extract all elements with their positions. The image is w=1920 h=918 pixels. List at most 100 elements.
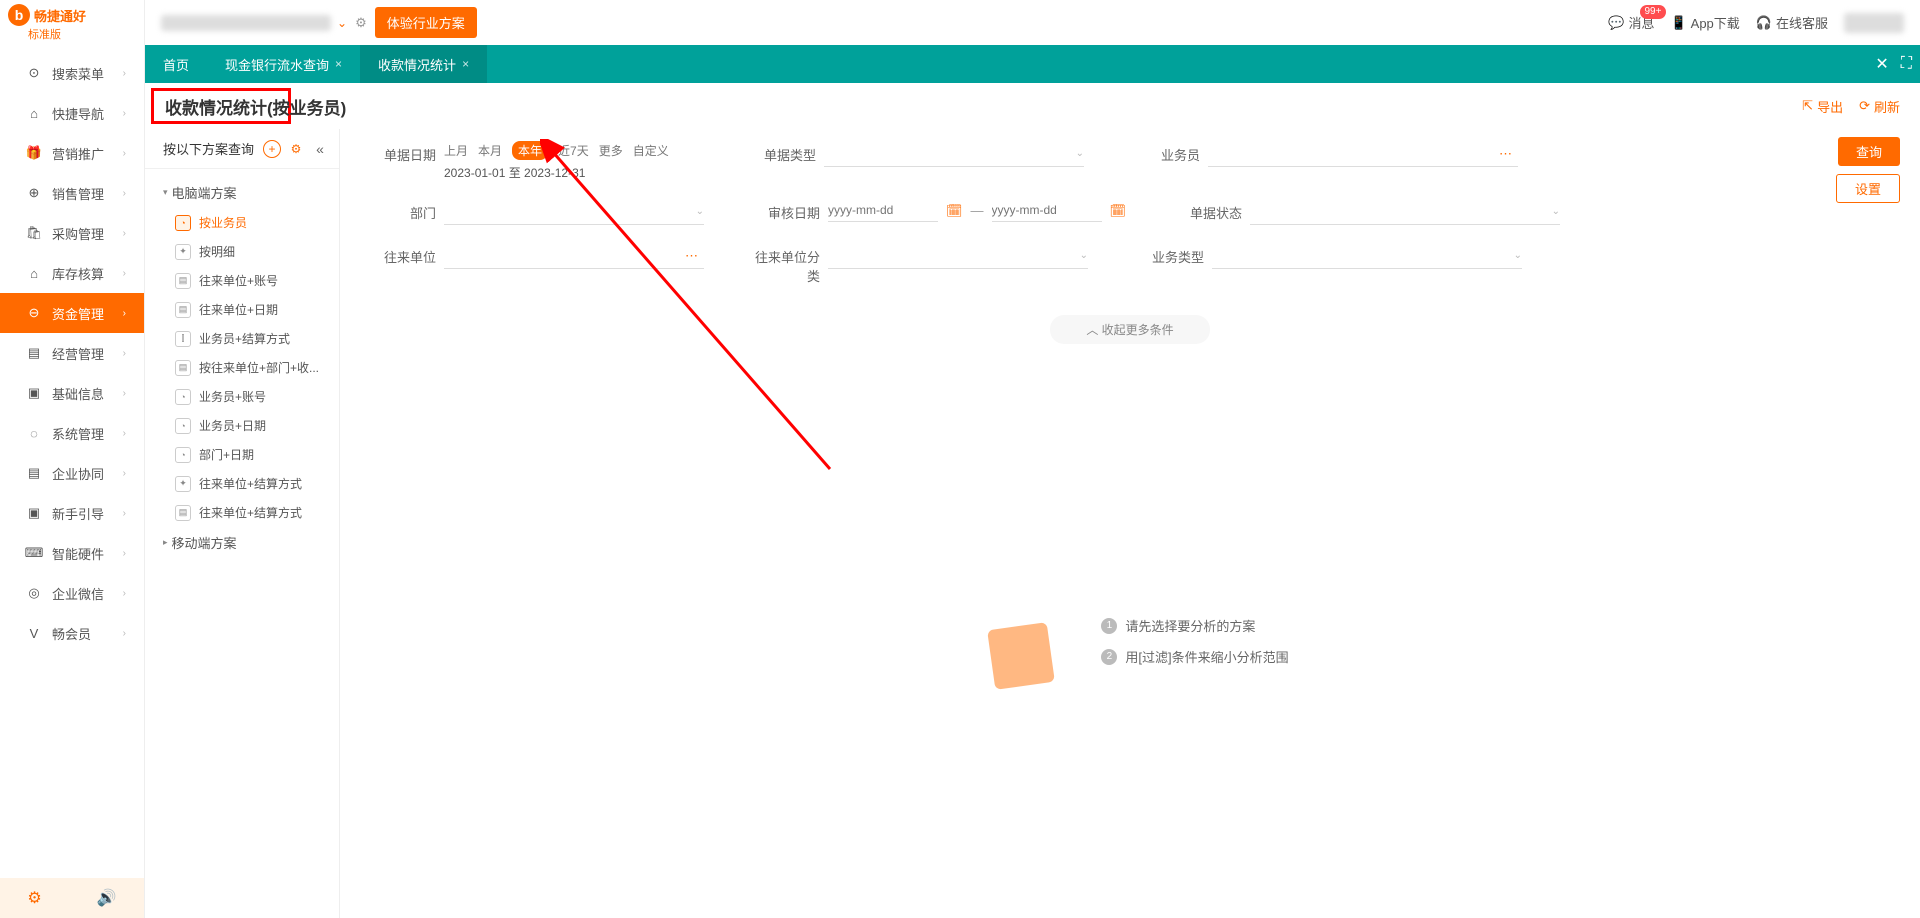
caret-right-icon: ▸ [163,537,168,548]
nav-item-0[interactable]: ⊙搜索菜单› [0,53,144,93]
chevron-right-icon: › [123,148,126,159]
query-button[interactable]: 查询 [1838,137,1900,166]
calendar-icon[interactable]: 🗓 [1110,203,1127,219]
tree-item-0-4[interactable]: ⫿业务员+结算方式 [145,324,339,353]
dept-select[interactable]: ⌄ [444,199,704,225]
tree-group-1[interactable]: ▸移动端方案 [145,527,339,558]
add-scheme-icon[interactable]: + [263,140,281,158]
date-quick-2[interactable]: 本年 [512,141,548,160]
date-quick-3[interactable]: 近7天 [558,142,589,159]
tree-item-0-8[interactable]: ◔部门+日期 [145,440,339,469]
tab-close-icon[interactable]: × [335,57,342,71]
main: ⌄ ⚙ 体验行业方案 💬 消息 99+ 📱 App下载 🎧 在线客服 [145,0,1920,918]
more-icon[interactable]: ⋯ [1499,146,1518,162]
filter-panel: 按以下方案查询 + ⚙ « ▾电脑端方案◔按业务员✦按明细▤往来单位+账号▤往来… [145,129,340,918]
experience-button[interactable]: 体验行业方案 [375,7,477,38]
nav-item-5[interactable]: ⌂库存核算› [0,253,144,293]
partner-cat-select[interactable]: ⌄ [828,243,1088,269]
date-quick-picker: 上月本月本年近7天更多自定义 [444,141,700,160]
tree-item-0-9[interactable]: ✦往来单位+结算方式 [145,469,339,498]
scheme-icon: ✦ [175,244,191,260]
tree-item-0-2[interactable]: ▤往来单位+账号 [145,266,339,295]
logo-text: 畅捷通好 [34,6,86,25]
user-avatar[interactable] [1844,13,1904,33]
salesman-select[interactable]: ⋯ [1208,141,1518,167]
export-link[interactable]: ⇱ 导出 [1802,97,1843,116]
audit-date-to[interactable] [992,199,1102,222]
scheme-icon: ▤ [175,360,191,376]
tree-item-0-3[interactable]: ▤往来单位+日期 [145,295,339,324]
chevron-right-icon: › [123,108,126,119]
nav-item-1[interactable]: ⌂快捷导航› [0,93,144,133]
calendar-icon[interactable]: 🗓 [946,203,963,219]
headset-icon: 🎧 [1756,15,1772,31]
scheme-icon: ▤ [175,505,191,521]
date-quick-1[interactable]: 本月 [478,142,502,159]
audit-date-from[interactable] [828,199,938,222]
msg-button[interactable]: 💬 消息 99+ [1608,13,1654,32]
online-cs[interactable]: 🎧 在线客服 [1756,13,1828,32]
phone-icon: 📱 [1670,15,1686,31]
org-selector[interactable]: ⌄ [161,15,347,31]
more-icon[interactable]: ⋯ [685,248,704,264]
date-quick-5[interactable]: 自定义 [633,142,669,159]
refresh-link[interactable]: ⟳ 刷新 [1859,97,1900,116]
msg-badge: 99+ [1640,5,1667,19]
nav-icon: ▣ [26,505,42,521]
nav-item-8[interactable]: ▣基础信息› [0,373,144,413]
date-quick-0[interactable]: 上月 [444,142,468,159]
nav-item-9[interactable]: ◌系统管理› [0,413,144,453]
tab-0[interactable]: 首页 [145,45,207,83]
scheme-icon: ▤ [175,273,191,289]
nav-item-13[interactable]: ◎企业微信› [0,573,144,613]
query-area: 查询 设置 单据日期 上月本月本年近7天更多自定义 2023-01-01 至 2… [340,129,1920,918]
filter-tree: ▾电脑端方案◔按业务员✦按明细▤往来单位+账号▤往来单位+日期⫿业务员+结算方式… [145,169,339,566]
bill-type-select[interactable]: ⌄ [824,141,1084,167]
nav-icon: ◌ [26,425,42,441]
tree-item-0-7[interactable]: ◔业务员+日期 [145,411,339,440]
nav-item-10[interactable]: ▤企业协同› [0,453,144,493]
tree-item-0-5[interactable]: ▤按往来单位+部门+收... [145,353,339,382]
nav-item-4[interactable]: 🛍采购管理› [0,213,144,253]
nav-item-2[interactable]: 🎁营销推广› [0,133,144,173]
tab-close-icon[interactable]: × [462,57,469,71]
tab-1[interactable]: 现金银行流水查询× [207,45,360,83]
footer-gear-icon[interactable]: ⚙ [27,888,41,908]
nav-item-7[interactable]: ▤经营管理› [0,333,144,373]
sidebar: b 畅捷通好 标准版 ⊙搜索菜单›⌂快捷导航›🎁营销推广›⊕销售管理›🛍采购管理… [0,0,145,918]
refresh-icon: ⟳ [1859,98,1870,114]
tree-item-0-0[interactable]: ◔按业务员 [145,208,339,237]
tab-2[interactable]: 收款情况统计× [360,45,487,83]
setting-button[interactable]: 设置 [1836,174,1900,203]
fullscreen-icon[interactable]: ⛶ [1901,55,1912,73]
tree-item-0-6[interactable]: ◔业务员+账号 [145,382,339,411]
page-header: 收款情况统计(按业务员) ⇱ 导出 ⟳ 刷新 [145,83,1920,129]
nav-item-14[interactable]: V畅会员› [0,613,144,653]
gear-icon[interactable]: ⚙ [355,15,367,31]
nav-item-6[interactable]: ⊖资金管理› [0,293,144,333]
nav-icon: ▤ [26,345,42,361]
bill-status-select[interactable]: ⌄ [1250,199,1560,225]
app-download[interactable]: 📱 App下载 [1670,13,1739,32]
tree-item-0-10[interactable]: ▤往来单位+结算方式 [145,498,339,527]
tree-item-0-1[interactable]: ✦按明细 [145,237,339,266]
scheme-icon: ◔ [175,418,191,434]
nav-item-3[interactable]: ⊕销售管理› [0,173,144,213]
footer-sound-icon[interactable]: 🔊 [97,888,117,908]
collapse-panel-icon[interactable]: « [311,140,329,158]
caret-down-icon: ▾ [163,187,168,198]
chevron-right-icon: › [123,548,126,559]
bill-date-label: 单据日期 [360,141,436,164]
tree-group-0[interactable]: ▾电脑端方案 [145,177,339,208]
biz-type-select[interactable]: ⌄ [1212,243,1522,269]
collapse-filters[interactable]: ︿ 收起更多条件 [1050,315,1210,344]
audit-date-label: 审核日期 [744,199,820,222]
date-quick-4[interactable]: 更多 [599,142,623,159]
scheme-icon: ◔ [175,215,191,231]
nav-item-12[interactable]: ⌨智能硬件› [0,533,144,573]
scheme-gear-icon[interactable]: ⚙ [287,140,305,158]
tab-close-all-icon[interactable]: ✕ [1875,54,1888,74]
logo-sub: 标准版 [28,26,61,42]
partner-select[interactable]: ⋯ [444,243,704,269]
nav-item-11[interactable]: ▣新手引导› [0,493,144,533]
